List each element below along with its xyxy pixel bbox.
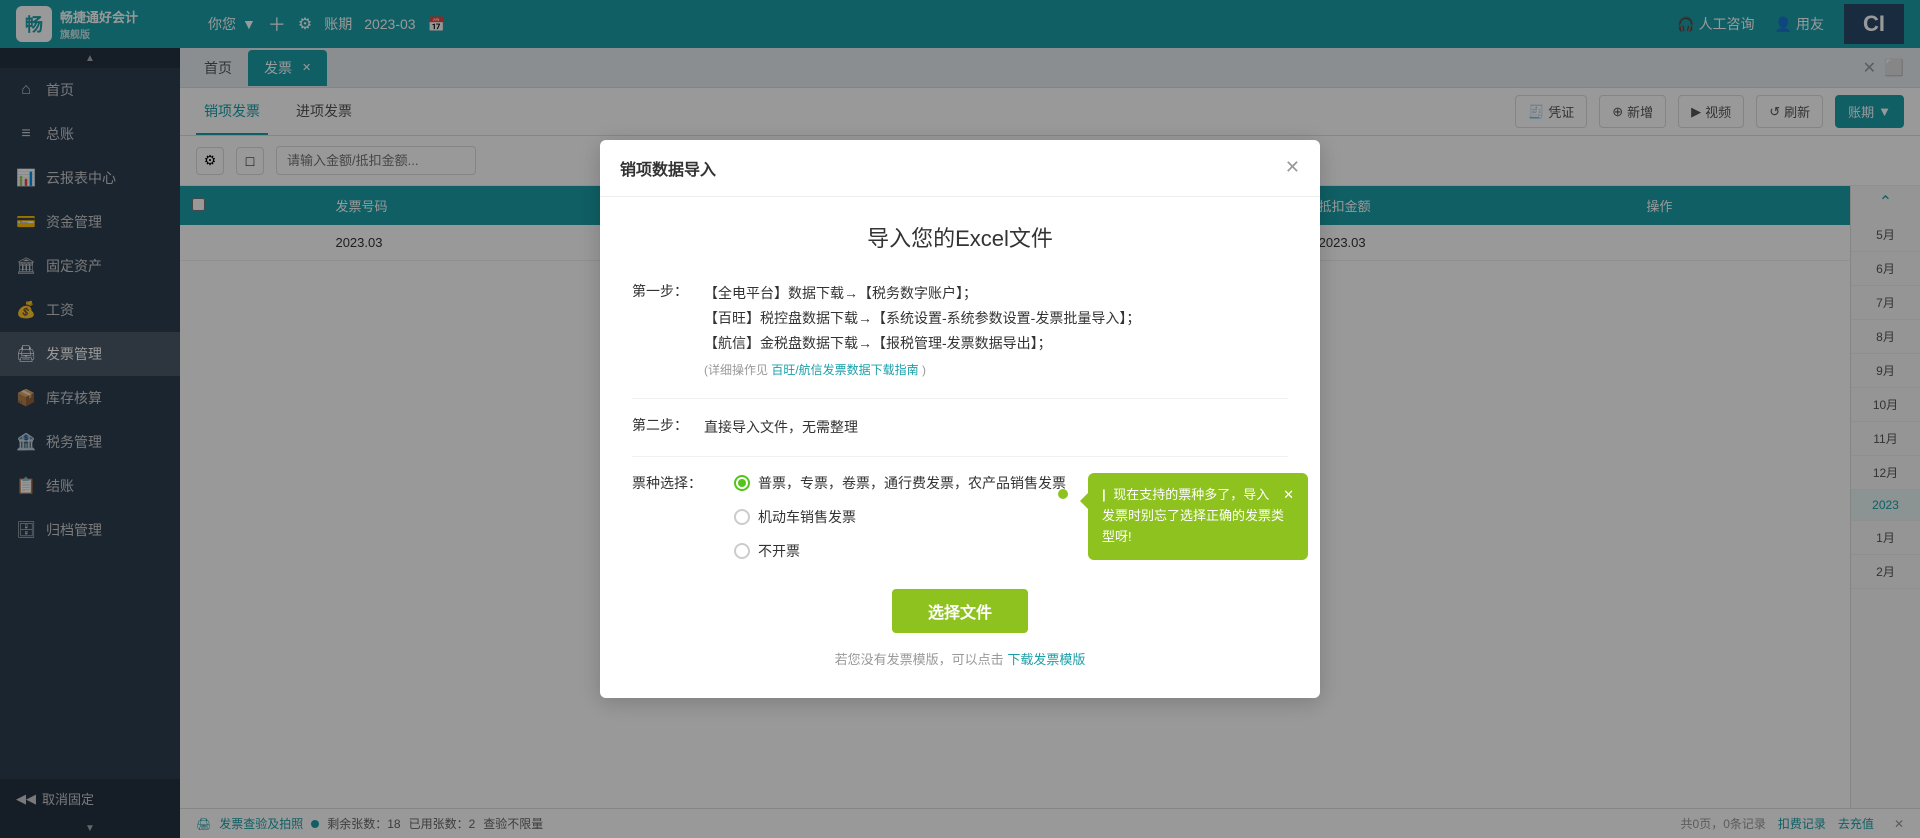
import-modal: 销项数据导入 ✕ 导入您的Excel文件 第一步： 【全电平台】数据下载→【税务…: [600, 140, 1320, 698]
tooltip-close-btn[interactable]: ✕: [1283, 485, 1294, 506]
modal-close-btn[interactable]: ✕: [1285, 157, 1300, 178]
step1-line2: 【百旺】税控盘数据下载→【系统设置-系统参数设置-发票批量导入】；: [704, 306, 1140, 331]
download-template-link[interactable]: 下载发票模版: [1007, 652, 1085, 667]
radio-option-1[interactable]: 普票，专票，卷票，通行费发票，农产品销售发票: [734, 473, 1066, 493]
step2-row: 第二步： 直接导入文件，无需整理: [632, 415, 1288, 440]
modal-overlay[interactable]: 销项数据导入 ✕ 导入您的Excel文件 第一步： 【全电平台】数据下载→【税务…: [0, 0, 1920, 838]
modal-big-title: 导入您的Excel文件: [632, 221, 1288, 253]
radio-label: 票种选择：: [632, 473, 702, 561]
step1-note: (详细操作见 百旺/航信发票数据下载指南 ): [704, 360, 1140, 382]
modal-footer-note: 若您没有发票模版，可以点击 下载发票模版: [632, 649, 1288, 668]
step1-row: 第一步： 【全电平台】数据下载→【税务数字账户】； 【百旺】税控盘数据下载→【系…: [632, 281, 1288, 382]
modal-header: 销项数据导入 ✕: [600, 140, 1320, 197]
step1-line1: 【全电平台】数据下载→【税务数字账户】；: [704, 281, 1140, 306]
tooltip-dot: [1058, 489, 1068, 499]
tooltip-balloon: ✕ | 现在支持的票种多了，导入发票时别忘了选择正确的发票类型呀!: [1088, 473, 1308, 559]
guide-link[interactable]: 百旺/航信发票数据下载指南: [771, 363, 918, 377]
radio-option-2[interactable]: 机动车销售发票: [734, 507, 1066, 527]
select-file-btn[interactable]: 选择文件: [892, 589, 1028, 633]
select-file-section: 选择文件: [632, 589, 1288, 633]
vertical-bar: |: [1102, 487, 1106, 502]
radio-circle-1: [734, 475, 750, 491]
radio-section: 票种选择： 普票，专票，卷票，通行费发票，农产品销售发票 机动车销售发票 不开票: [632, 473, 1288, 561]
step2-label: 第二步：: [632, 415, 692, 440]
modal-body: 导入您的Excel文件 第一步： 【全电平台】数据下载→【税务数字账户】； 【百…: [600, 197, 1320, 698]
divider2: [632, 456, 1288, 457]
divider: [632, 398, 1288, 399]
radio-circle-3: [734, 543, 750, 559]
step1-line3: 【航信】金税盘数据下载→【报税管理-发票数据导出】；: [704, 331, 1140, 356]
modal-title: 销项数据导入: [620, 156, 716, 180]
radio-circle-2: [734, 509, 750, 525]
step2-content: 直接导入文件，无需整理: [704, 415, 858, 440]
step1-label: 第一步：: [632, 281, 692, 382]
step1-content: 【全电平台】数据下载→【税务数字账户】； 【百旺】税控盘数据下载→【系统设置-系…: [704, 281, 1140, 382]
radio-option-3[interactable]: 不开票: [734, 541, 1066, 561]
radio-group: 普票，专票，卷票，通行费发票，农产品销售发票 机动车销售发票 不开票: [734, 473, 1066, 561]
